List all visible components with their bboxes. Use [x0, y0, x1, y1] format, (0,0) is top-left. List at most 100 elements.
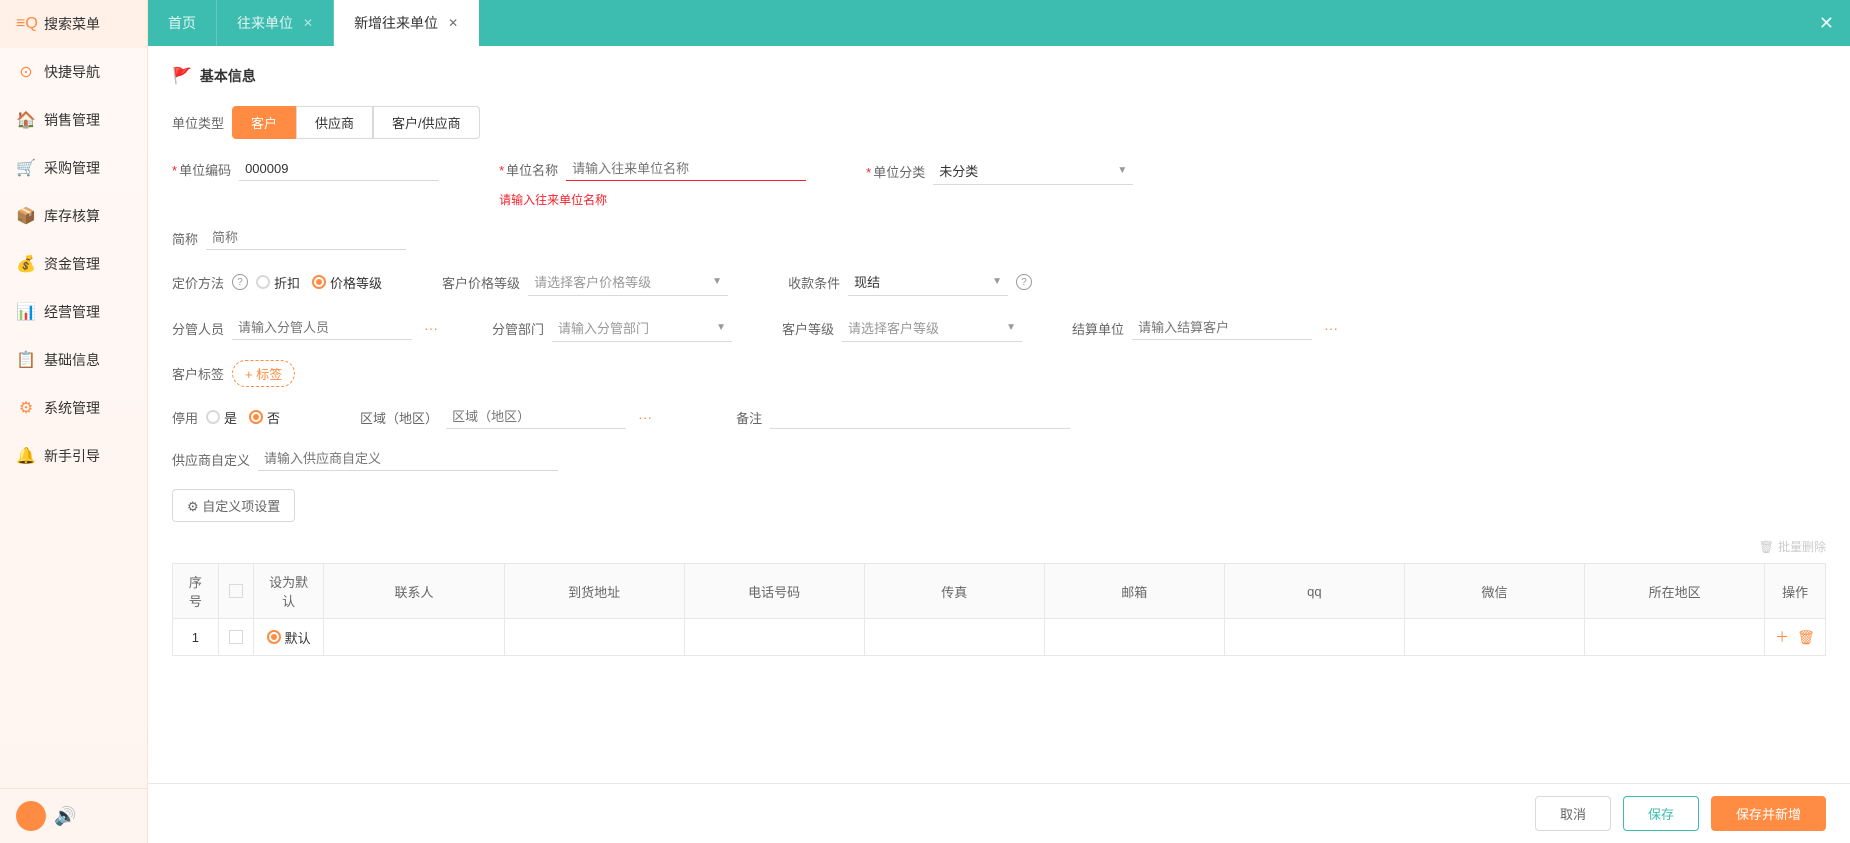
- address-input[interactable]: [515, 630, 674, 645]
- manager-more-icon[interactable]: ···: [420, 320, 442, 336]
- short-name-input[interactable]: [206, 226, 406, 250]
- customer-price-level-select[interactable]: 请选择客户价格等级 ▼: [528, 268, 728, 296]
- row-region[interactable]: [1585, 619, 1765, 656]
- customer-tag-label: 客户标签: [172, 364, 224, 383]
- customer-tag-group: 客户标签 + 标签: [172, 360, 295, 387]
- remark-input[interactable]: [770, 405, 1070, 429]
- qq-input[interactable]: [1235, 630, 1394, 645]
- tab-partners[interactable]: 往来单位 ✕: [217, 0, 334, 46]
- list-icon: 📋: [16, 350, 36, 370]
- row-contact[interactable]: [324, 619, 504, 656]
- save-button[interactable]: 保存: [1623, 796, 1699, 831]
- settlement-unit-input[interactable]: [1132, 316, 1312, 340]
- col-default: 设为默认: [253, 564, 324, 619]
- sidebar-item-inventory[interactable]: 📦 库存核算: [0, 192, 147, 240]
- close-partners-tab[interactable]: ✕: [303, 16, 313, 30]
- customer-level-group: 客户等级 请选择客户等级 ▼: [782, 314, 1022, 342]
- batch-delete-area: 🗑 批量删除: [172, 538, 1826, 555]
- unit-btn-customer[interactable]: 客户: [232, 106, 296, 139]
- sidebar-item-finance[interactable]: 💰 资金管理: [0, 240, 147, 288]
- wechat-input[interactable]: [1415, 630, 1574, 645]
- select-all-checkbox[interactable]: [229, 584, 243, 598]
- email-input[interactable]: [1055, 630, 1214, 645]
- unit-info-row: *单位编码 *单位名称 请输入往来单位名称 *单位分类 未分类 ▼: [172, 157, 1826, 208]
- chart-icon: 📊: [16, 302, 36, 322]
- pricing-hint-icon[interactable]: ?: [232, 274, 248, 290]
- payment-hint-icon[interactable]: ?: [1016, 274, 1032, 290]
- unit-code-input[interactable]: [239, 157, 439, 181]
- unit-name-input[interactable]: [566, 157, 806, 181]
- row-fax[interactable]: [864, 619, 1044, 656]
- row-phone[interactable]: [684, 619, 864, 656]
- customer-level-chevron-down-icon: ▼: [1006, 322, 1016, 333]
- area-group: 区域（地区） ···: [360, 405, 656, 429]
- row-address[interactable]: [504, 619, 684, 656]
- contact-input[interactable]: [334, 630, 493, 645]
- disable-group: 停用 是 否: [172, 408, 280, 427]
- tab-home[interactable]: 首页: [148, 0, 217, 46]
- unit-btn-both[interactable]: 客户/供应商: [373, 106, 480, 139]
- col-phone: 电话号码: [684, 564, 864, 619]
- disable-radio-group: 是 否: [206, 408, 280, 427]
- sidebar-item-operations[interactable]: 📊 经营管理: [0, 288, 147, 336]
- radio-no[interactable]: 否: [249, 408, 280, 427]
- close-all-tabs[interactable]: ✕: [1803, 13, 1850, 34]
- pricing-method-label: 定价方法: [172, 273, 224, 292]
- unit-category-select[interactable]: 未分类 ▼: [933, 157, 1133, 185]
- sidebar-item-quick-nav[interactable]: ⊙ 快捷导航: [0, 48, 147, 96]
- customer-level-select[interactable]: 请选择客户等级 ▼: [842, 314, 1022, 342]
- row-qq[interactable]: [1224, 619, 1404, 656]
- radio-yes[interactable]: 是: [206, 408, 237, 427]
- col-fax: 传真: [864, 564, 1044, 619]
- save-new-button[interactable]: 保存并新增: [1711, 796, 1826, 831]
- remark-label: 备注: [736, 408, 762, 427]
- row-wechat[interactable]: [1405, 619, 1585, 656]
- row-default-radio[interactable]: 默认: [264, 628, 314, 647]
- row-actions: ＋ 🗑: [1765, 619, 1826, 656]
- add-row-icon[interactable]: ＋: [1775, 627, 1789, 647]
- sidebar-item-guide[interactable]: 🔔 新手引导: [0, 432, 147, 480]
- delete-row-icon[interactable]: 🗑: [1797, 629, 1815, 646]
- row-checkbox-item[interactable]: [229, 630, 243, 644]
- settlement-more-icon[interactable]: ···: [1320, 320, 1342, 336]
- customer-tag-row: 客户标签 + 标签: [172, 360, 1826, 387]
- sidebar-item-search[interactable]: ≡Q 搜索菜单: [0, 0, 147, 48]
- sidebar-item-basic-info[interactable]: 📋 基础信息: [0, 336, 147, 384]
- gear-icon: ⚙: [16, 398, 36, 418]
- col-contact: 联系人: [324, 564, 504, 619]
- region-input[interactable]: [1595, 630, 1754, 645]
- col-address: 到货地址: [504, 564, 684, 619]
- custom-settings-button[interactable]: ⚙ 自定义项设置: [172, 489, 295, 522]
- unit-btn-supplier[interactable]: 供应商: [296, 106, 373, 139]
- sidebar-item-sales[interactable]: 🏠 销售管理: [0, 96, 147, 144]
- manager-group: 分管人员 ···: [172, 316, 442, 340]
- content-area: 🚩 基本信息 单位类型 客户 供应商 客户/供应商 *单位编码 *单: [148, 46, 1850, 783]
- department-select[interactable]: 请输入分管部门 ▼: [552, 314, 732, 342]
- area-more-icon[interactable]: ···: [634, 409, 656, 425]
- radio-discount[interactable]: 折扣: [256, 273, 300, 292]
- contacts-table: 序号 设为默认 联系人 到货地址 电话号码 传真 邮箱 qq 微信 所在地区 操…: [172, 563, 1826, 656]
- footer: 取消 保存 保存并新增: [148, 783, 1850, 843]
- payment-terms-group: 收款条件 现结 ▼ ?: [788, 268, 1032, 296]
- bell-icon: 🔔: [16, 446, 36, 466]
- short-name-row: 简称: [172, 226, 1826, 250]
- batch-delete-label[interactable]: 批量删除: [1778, 538, 1826, 555]
- pricing-row: 定价方法 ? 折扣 价格等级 客户价格等级 请选择客户价格等级: [172, 268, 1826, 296]
- payment-terms-select[interactable]: 现结 ▼: [848, 268, 1008, 296]
- unit-type-row: 单位类型 客户 供应商 客户/供应商: [172, 106, 1826, 139]
- row-email[interactable]: [1044, 619, 1224, 656]
- cancel-button[interactable]: 取消: [1535, 796, 1611, 831]
- sidebar-item-purchase[interactable]: 🛒 采购管理: [0, 144, 147, 192]
- fax-input[interactable]: [875, 630, 1034, 645]
- sidebar-item-system[interactable]: ⚙ 系统管理: [0, 384, 147, 432]
- area-input[interactable]: [446, 405, 626, 429]
- manager-input[interactable]: [232, 316, 412, 340]
- supplier-custom-group: 供应商自定义: [172, 447, 558, 471]
- customer-price-level-placeholder: 请选择客户价格等级: [534, 272, 708, 291]
- radio-price-level[interactable]: 价格等级: [312, 273, 382, 292]
- tab-new-partner[interactable]: 新增往来单位 ✕: [334, 0, 479, 46]
- add-tag-button[interactable]: + 标签: [232, 360, 295, 387]
- supplier-custom-input[interactable]: [258, 447, 558, 471]
- phone-input[interactable]: [695, 630, 854, 645]
- close-new-partner-tab[interactable]: ✕: [448, 16, 458, 30]
